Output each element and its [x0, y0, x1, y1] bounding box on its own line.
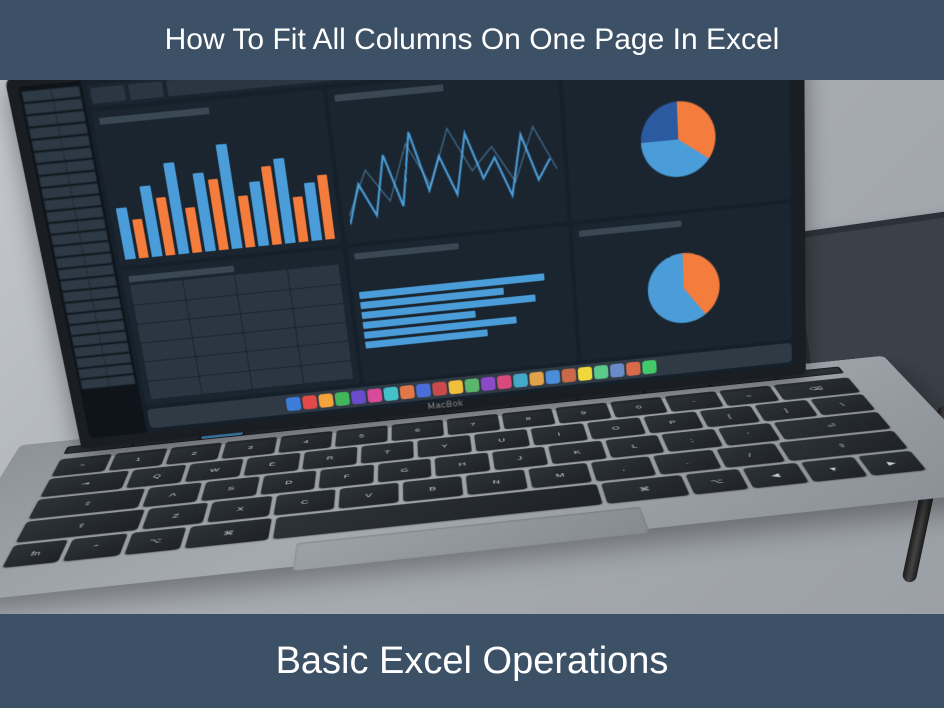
dock-app-icon: [594, 365, 609, 380]
chart-panel-table: [121, 249, 360, 406]
dock-app-icon: [642, 360, 657, 375]
dock-app-icon: [432, 381, 448, 396]
dock-app-icon: [626, 361, 641, 376]
header-title: How To Fit All Columns On One Page In Ex…: [165, 23, 780, 57]
dock-app-icon: [481, 376, 496, 391]
dock-app-icon: [383, 386, 399, 401]
donut-chart-icon: [647, 249, 721, 326]
dock-app-icon: [448, 380, 464, 395]
dock-app-icon: [334, 391, 350, 406]
header-bar: How To Fit All Columns On One Page In Ex…: [0, 0, 944, 80]
dock-app-icon: [351, 390, 367, 405]
chart-panel-bars: [91, 89, 343, 267]
dock-app-icon: [529, 371, 544, 386]
dock-app-icon: [610, 363, 625, 378]
footer-bar: Basic Excel Operations: [0, 614, 944, 708]
dock-app-icon: [545, 370, 560, 385]
dock-app-icon: [497, 375, 512, 390]
dock-app-icon: [285, 397, 301, 412]
dock-app-icon: [578, 366, 593, 381]
dock-app-icon: [318, 393, 334, 408]
hero-scene: MacBok ~1234567890-=⌫ ⇥QWERTYUIOP[]\ ⇪AS…: [0, 80, 944, 614]
dock-app-icon: [513, 373, 528, 388]
dock-app-icon: [561, 368, 576, 383]
chart-panel-hbars: [347, 226, 576, 383]
dock-app-icon: [464, 378, 479, 393]
laptop: MacBok ~1234567890-=⌫ ⇥QWERTYUIOP[]\ ⇪AS…: [11, 80, 944, 614]
chart-panel-donut: [572, 204, 792, 361]
dock-app-icon: [367, 388, 383, 403]
dock-app-icon: [302, 395, 318, 410]
footer-title: Basic Excel Operations: [276, 640, 669, 683]
chart-panel-line: [327, 80, 567, 244]
chart-panel-pie: [561, 80, 790, 222]
dock-app-icon: [399, 385, 415, 400]
pie-chart-icon: [639, 97, 716, 180]
dock-app-icon: [416, 383, 432, 398]
